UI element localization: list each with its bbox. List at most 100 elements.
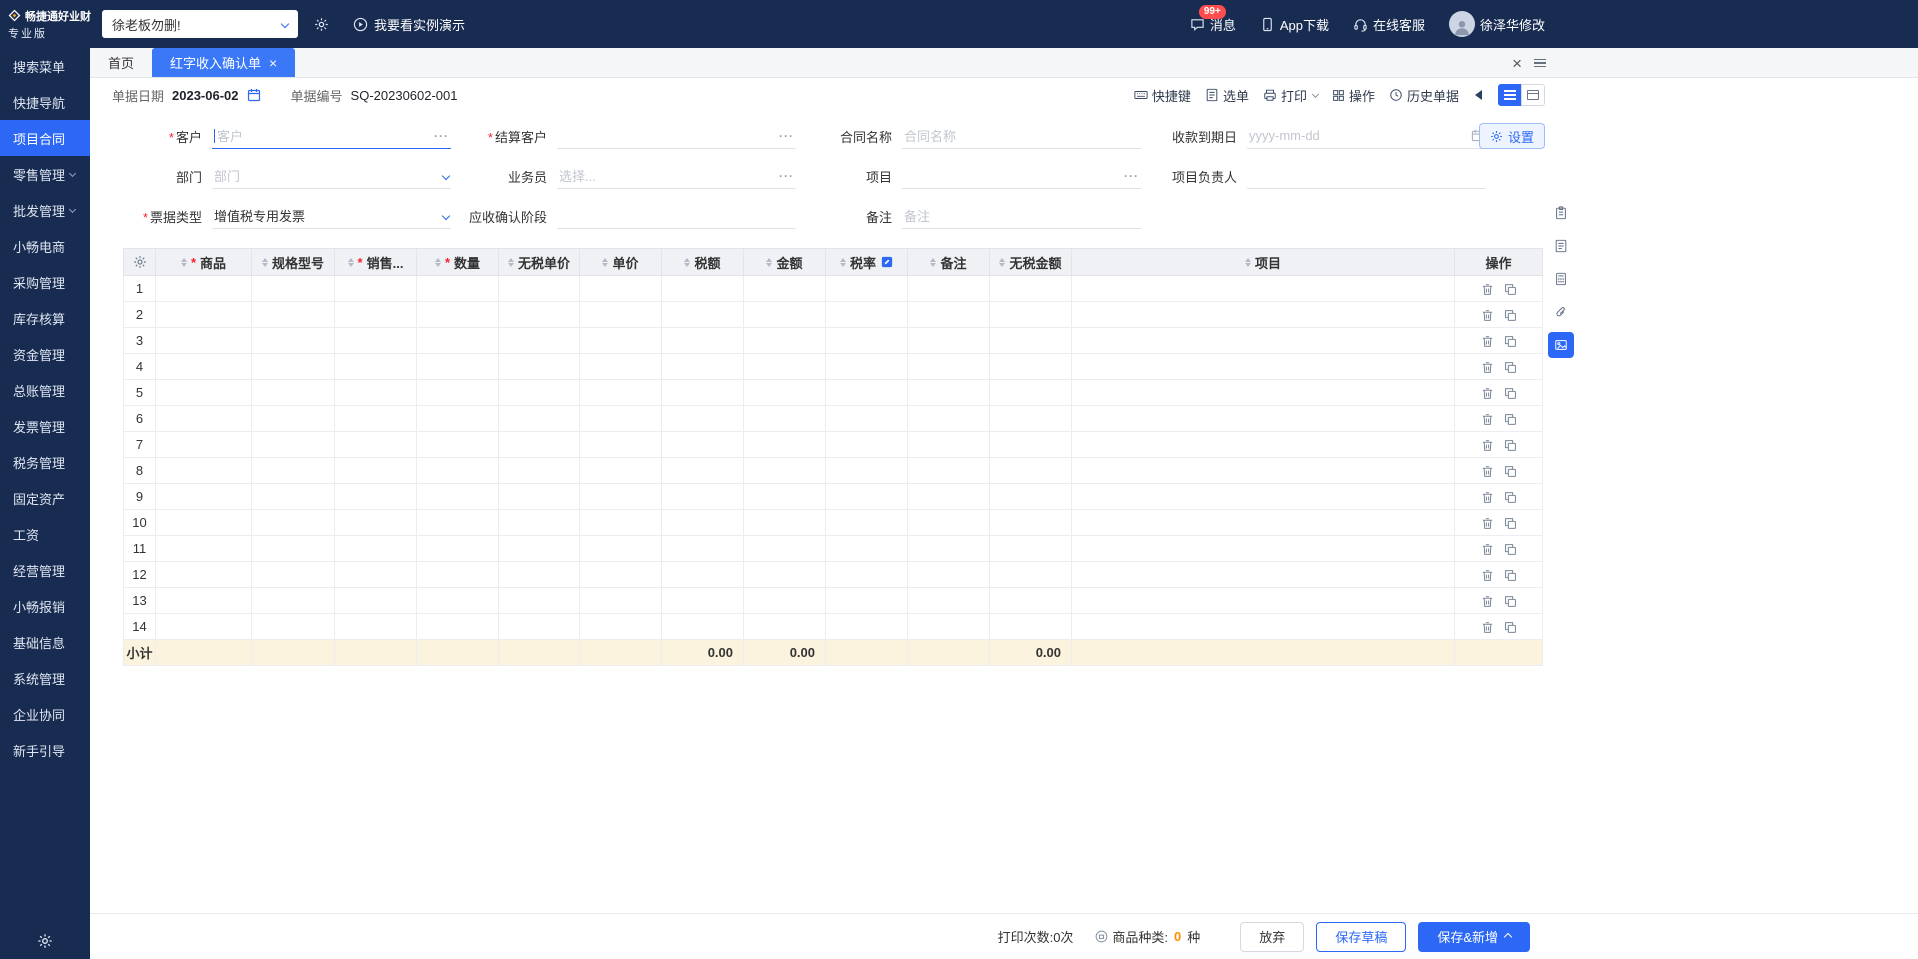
grid-cell[interactable] bbox=[579, 587, 662, 614]
column-header[interactable]: 无税单价 bbox=[498, 248, 580, 276]
sort-icons[interactable] bbox=[766, 257, 773, 267]
sidebar-item[interactable]: 工资 bbox=[0, 516, 90, 552]
grid-cell[interactable] bbox=[661, 561, 744, 588]
delete-row-icon[interactable] bbox=[1481, 491, 1494, 504]
grid-cell[interactable] bbox=[416, 483, 499, 510]
grid-cell[interactable] bbox=[498, 275, 580, 302]
grid-cell[interactable] bbox=[825, 405, 908, 432]
sidebar-item[interactable]: 新手引导 bbox=[0, 732, 90, 768]
delete-row-icon[interactable] bbox=[1481, 439, 1494, 452]
delete-row-icon[interactable] bbox=[1481, 413, 1494, 426]
grid-cell[interactable] bbox=[498, 379, 580, 406]
sidebar-item[interactable]: 资金管理 bbox=[0, 336, 90, 372]
column-header[interactable]: * 数量 bbox=[416, 248, 499, 276]
list-view-toggle[interactable] bbox=[1498, 84, 1522, 106]
column-header[interactable]: 单价 bbox=[579, 248, 662, 276]
grid-cell[interactable] bbox=[416, 457, 499, 484]
grid-cell[interactable] bbox=[661, 457, 744, 484]
grid-cell[interactable] bbox=[155, 353, 252, 380]
grid-cell[interactable] bbox=[825, 301, 908, 328]
grid-cell[interactable] bbox=[661, 327, 744, 354]
sidebar-item[interactable]: 企业协同 bbox=[0, 696, 90, 732]
column-header[interactable]: 金额 bbox=[743, 248, 826, 276]
delete-row-icon[interactable] bbox=[1481, 595, 1494, 608]
prev-document-icon[interactable] bbox=[1475, 90, 1482, 100]
grid-cell[interactable] bbox=[334, 613, 417, 640]
grid-cell[interactable] bbox=[498, 431, 580, 458]
invoice-type-select[interactable]: 增值税专用发票 bbox=[212, 203, 451, 229]
grid-cell[interactable] bbox=[579, 327, 662, 354]
copy-row-icon[interactable] bbox=[1504, 309, 1517, 322]
grid-cell[interactable] bbox=[498, 509, 580, 536]
grid-cell[interactable] bbox=[251, 535, 335, 562]
grid-cell[interactable] bbox=[989, 457, 1072, 484]
delete-row-icon[interactable] bbox=[1481, 361, 1494, 374]
grid-cell[interactable] bbox=[498, 405, 580, 432]
calculator-panel-icon[interactable] bbox=[1548, 266, 1574, 292]
grid-cell[interactable] bbox=[416, 353, 499, 380]
user-menu[interactable]: 徐泽华修改 bbox=[1448, 11, 1545, 37]
salesman-input[interactable]: 选择... ··· bbox=[557, 163, 796, 189]
grid-cell[interactable] bbox=[1071, 457, 1455, 484]
chevron-down-icon[interactable] bbox=[441, 171, 451, 180]
grid-cell[interactable] bbox=[1071, 561, 1455, 588]
sidebar-item[interactable]: 搜索菜单 bbox=[0, 48, 90, 84]
grid-cell[interactable] bbox=[1071, 405, 1455, 432]
calendar-icon[interactable] bbox=[247, 88, 261, 102]
grid-cell[interactable] bbox=[743, 561, 826, 588]
sidebar-item[interactable]: 小畅电商 bbox=[0, 228, 90, 264]
grid-cell[interactable] bbox=[907, 587, 990, 614]
sort-icons[interactable] bbox=[347, 257, 354, 267]
grid-cell[interactable] bbox=[155, 587, 252, 614]
grid-cell[interactable] bbox=[743, 535, 826, 562]
grid-cell[interactable] bbox=[334, 301, 417, 328]
copy-row-icon[interactable] bbox=[1504, 621, 1517, 634]
sidebar-settings-gear-icon[interactable] bbox=[0, 933, 90, 949]
grid-cell[interactable] bbox=[989, 509, 1072, 536]
grid-cell[interactable] bbox=[251, 483, 335, 510]
grid-cell[interactable] bbox=[1071, 535, 1455, 562]
grid-cell[interactable] bbox=[498, 535, 580, 562]
grid-cell[interactable] bbox=[661, 275, 744, 302]
sidebar-item[interactable]: 零售管理 bbox=[0, 156, 90, 192]
copy-row-icon[interactable] bbox=[1504, 283, 1517, 296]
sidebar-item[interactable]: 采购管理 bbox=[0, 264, 90, 300]
grid-cell[interactable] bbox=[155, 509, 252, 536]
grid-cell[interactable] bbox=[334, 509, 417, 536]
copy-row-icon[interactable] bbox=[1504, 517, 1517, 530]
grid-cell[interactable] bbox=[416, 327, 499, 354]
sort-icons[interactable] bbox=[180, 257, 187, 267]
grid-cell[interactable] bbox=[416, 379, 499, 406]
grid-cell[interactable] bbox=[825, 353, 908, 380]
grid-cell[interactable] bbox=[251, 327, 335, 354]
grid-cell[interactable] bbox=[989, 431, 1072, 458]
copy-row-icon[interactable] bbox=[1504, 595, 1517, 608]
grid-cell[interactable] bbox=[416, 301, 499, 328]
grid-cell[interactable] bbox=[989, 301, 1072, 328]
grid-cell[interactable] bbox=[825, 561, 908, 588]
grid-cell[interactable] bbox=[907, 561, 990, 588]
sort-icons[interactable] bbox=[602, 257, 609, 267]
grid-cell[interactable] bbox=[251, 509, 335, 536]
grid-cell[interactable] bbox=[579, 535, 662, 562]
batch-edit-icon[interactable] bbox=[881, 256, 893, 268]
grid-cell[interactable] bbox=[907, 483, 990, 510]
grid-cell[interactable] bbox=[334, 379, 417, 406]
gear-icon[interactable] bbox=[133, 255, 147, 269]
sidebar-item[interactable]: 库存核算 bbox=[0, 300, 90, 336]
grid-cell[interactable] bbox=[334, 561, 417, 588]
delete-row-icon[interactable] bbox=[1481, 283, 1494, 296]
grid-cell[interactable] bbox=[1071, 483, 1455, 510]
app-download-button[interactable]: App下载 bbox=[1260, 15, 1329, 34]
lookup-icon[interactable]: ··· bbox=[779, 129, 794, 143]
grid-cell[interactable] bbox=[251, 379, 335, 406]
grid-cell[interactable] bbox=[825, 327, 908, 354]
grid-cell[interactable] bbox=[743, 457, 826, 484]
grid-cell[interactable] bbox=[498, 613, 580, 640]
grid-cell[interactable] bbox=[251, 587, 335, 614]
grid-cell[interactable] bbox=[907, 509, 990, 536]
grid-cell[interactable] bbox=[825, 613, 908, 640]
grid-cell[interactable] bbox=[579, 483, 662, 510]
grid-cell[interactable] bbox=[825, 535, 908, 562]
demo-link[interactable]: 我要看实例演示 bbox=[353, 15, 465, 34]
